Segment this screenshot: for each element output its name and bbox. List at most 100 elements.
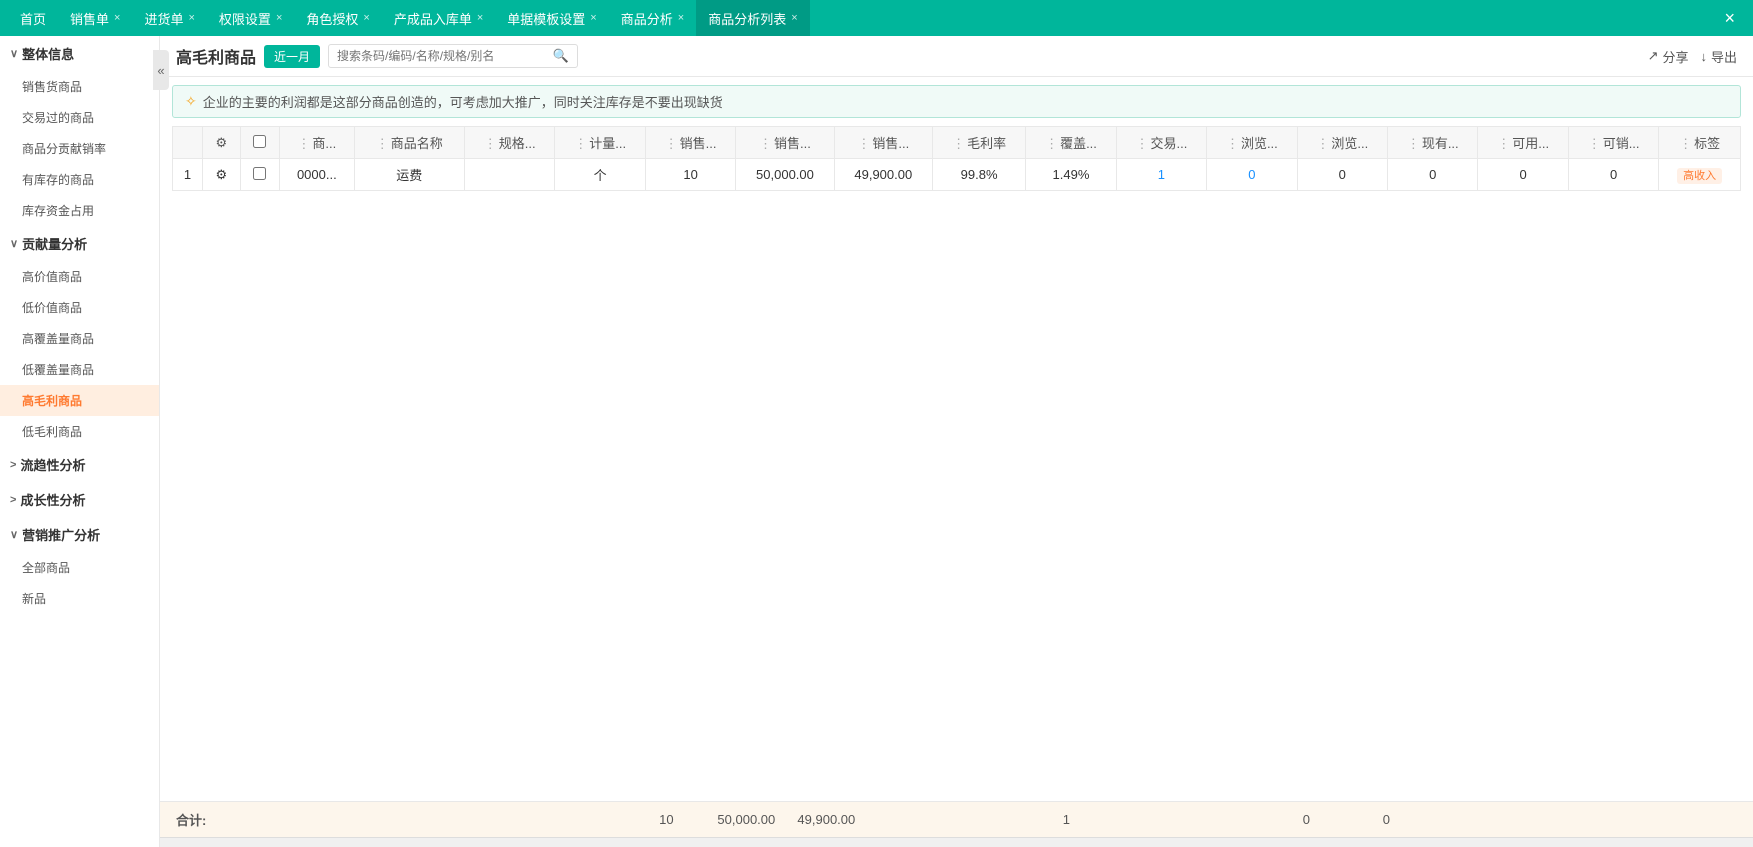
sidebar-group-整体信息[interactable]: ∨整体信息 (0, 36, 159, 71)
nav-item-商品分析[interactable]: 商品分析× (609, 0, 696, 36)
nav-item-角色授权[interactable]: 角色授权× (294, 0, 381, 36)
col-header-7[interactable]: ⋮销售... (736, 127, 834, 159)
footer-cell-9 (946, 812, 1026, 827)
search-icon[interactable]: 🔍 (553, 48, 569, 64)
col-header-4[interactable]: ⋮规格... (465, 127, 555, 159)
search-input[interactable] (337, 49, 553, 63)
col-header-16[interactable]: ⋮可销... (1568, 127, 1658, 159)
sidebar-item-库存资金占用[interactable]: 库存资金占用 (0, 195, 159, 226)
tag-badge: 高收入 (1677, 168, 1722, 184)
col-handle: ⋮ (952, 136, 965, 151)
col-header-12[interactable]: ⋮浏览... (1207, 127, 1297, 159)
nav-close-icon[interactable]: × (791, 12, 797, 24)
nav-item-产成品入库单[interactable]: 产成品入库单× (382, 0, 495, 36)
col-header-2[interactable]: ⋮商... (280, 127, 355, 159)
col-header-9[interactable]: ⋮毛利率 (932, 127, 1025, 159)
sidebar-item-销售货商品[interactable]: 销售货商品 (0, 71, 159, 102)
col-handle: ⋮ (1226, 136, 1239, 151)
row-settings-icon[interactable]: ⚙ (215, 167, 227, 182)
table-row: 1⚙0000...运费个1050,000.0049,900.0099.8%1.4… (173, 159, 1741, 191)
share-button[interactable]: ↗ 分享 (1648, 47, 1689, 66)
sidebar-item-高覆盖量商品[interactable]: 高覆盖量商品 (0, 323, 159, 354)
col-header-17[interactable]: ⋮标签 (1659, 127, 1741, 159)
col-header-1[interactable] (240, 127, 279, 159)
col-header-6[interactable]: ⋮销售... (645, 127, 735, 159)
sidebar-item-新品[interactable]: 新品 (0, 583, 159, 614)
row-current: 0 (1388, 159, 1478, 191)
col-handle: ⋮ (857, 136, 870, 151)
footer-total: 合计: 1050,000.0049,900.00100 (160, 801, 1753, 837)
row-browse1: 0 (1207, 159, 1297, 191)
col-handle: ⋮ (484, 136, 497, 151)
row-checkbox[interactable] (253, 167, 266, 180)
col-header-10[interactable]: ⋮覆盖... (1026, 127, 1116, 159)
share-icon: ↗ (1648, 48, 1659, 64)
nav-close-icon[interactable]: × (363, 12, 369, 24)
col-header-8[interactable]: ⋮销售... (834, 127, 932, 159)
nav-close-icon[interactable]: × (678, 12, 684, 24)
row-browse2: 0 (1297, 159, 1387, 191)
sidebar-group-label: 营销推广分析 (22, 525, 100, 544)
sidebar-group-营销推广分析[interactable]: ∨营销推广分析 (0, 517, 159, 552)
col-handle: ⋮ (297, 136, 310, 151)
footer-cell-4 (546, 812, 626, 827)
nav-close-icon[interactable]: × (276, 12, 282, 24)
nav-close-icon[interactable]: × (477, 12, 483, 24)
chevron-icon: ∨ (10, 237, 18, 250)
row-unit: 个 (555, 159, 645, 191)
col-header-11[interactable]: ⋮交易... (1116, 127, 1206, 159)
nav-item-商品分析列表[interactable]: 商品分析列表× (696, 0, 809, 36)
sidebar-group-label: 成长性分析 (20, 490, 85, 509)
footer-cell-5: 10 (626, 812, 706, 827)
close-all-button[interactable]: × (1714, 8, 1745, 29)
col-header-0[interactable]: ⚙ (203, 127, 241, 159)
sidebar-item-低覆盖量商品[interactable]: 低覆盖量商品 (0, 354, 159, 385)
col-header-5[interactable]: ⋮计量... (555, 127, 645, 159)
chevron-icon: > (10, 494, 16, 506)
settings-icon[interactable]: ⚙ (215, 135, 227, 150)
col-handle: ⋮ (1407, 136, 1420, 151)
row-sales3: 49,900.00 (834, 159, 932, 191)
table-body: 1⚙0000...运费个1050,000.0049,900.0099.8%1.4… (173, 159, 1741, 191)
search-box: 🔍 (328, 44, 578, 68)
col-handle: ⋮ (1316, 136, 1329, 151)
nav-close-icon[interactable]: × (188, 12, 194, 24)
footer-label: 合计: (176, 810, 206, 829)
footer-cell-7: 49,900.00 (786, 812, 866, 827)
nav-item-进货单[interactable]: 进货单× (132, 0, 206, 36)
sidebar-item-低价值商品[interactable]: 低价值商品 (0, 292, 159, 323)
sidebar-item-全部商品[interactable]: 全部商品 (0, 552, 159, 583)
sidebar-group-流趋性分析[interactable]: >流趋性分析 (0, 447, 159, 482)
col-header-3[interactable]: ⋮商品名称 (354, 127, 464, 159)
scroll-bar[interactable] (160, 837, 1753, 847)
sidebar-item-有库存的商品[interactable]: 有库存的商品 (0, 164, 159, 195)
footer-cell-11 (1106, 812, 1186, 827)
sidebar-item-高价值商品[interactable]: 高价值商品 (0, 261, 159, 292)
nav-item-权限设置[interactable]: 权限设置× (207, 0, 294, 36)
nav-item-首页[interactable]: 首页 (8, 0, 58, 36)
col-header-15[interactable]: ⋮可用... (1478, 127, 1568, 159)
nav-item-单据模板设置[interactable]: 单据模板设置× (495, 0, 608, 36)
time-filter-button[interactable]: 近一月 (264, 45, 320, 68)
sidebar-item-商品分贡献销率[interactable]: 商品分贡献销率 (0, 133, 159, 164)
col-header-14[interactable]: ⋮现有... (1388, 127, 1478, 159)
export-button[interactable]: ↓ 导出 (1700, 47, 1737, 66)
row-transactions-link[interactable]: 1 (1158, 167, 1165, 182)
sidebar-group-贡献量分析[interactable]: ∨贡献量分析 (0, 226, 159, 261)
sidebar-item-低毛利商品[interactable]: 低毛利商品 (0, 416, 159, 447)
select-all-checkbox[interactable] (253, 135, 266, 148)
row-checkbox (240, 159, 279, 191)
footer-cell-6: 50,000.00 (706, 812, 786, 827)
col-handle: ⋮ (574, 136, 587, 151)
sidebar-item-高毛利商品[interactable]: 高毛利商品 (0, 385, 159, 416)
row-name: 运费 (354, 159, 464, 191)
nav-item-销售单[interactable]: 销售单× (58, 0, 132, 36)
table-container[interactable]: ⚙⋮商...⋮商品名称⋮规格...⋮计量...⋮销售...⋮销售...⋮销售..… (160, 126, 1753, 801)
nav-close-icon[interactable]: × (590, 12, 596, 24)
sidebar-group-成长性分析[interactable]: > 成长性分析 (0, 482, 159, 517)
sidebar-item-交易过的商品[interactable]: 交易过的商品 (0, 102, 159, 133)
sidebar-collapse-button[interactable]: « (153, 50, 169, 90)
row-browse1-link[interactable]: 0 (1248, 167, 1255, 182)
col-header-13[interactable]: ⋮浏览... (1297, 127, 1387, 159)
nav-close-icon[interactable]: × (114, 12, 120, 24)
